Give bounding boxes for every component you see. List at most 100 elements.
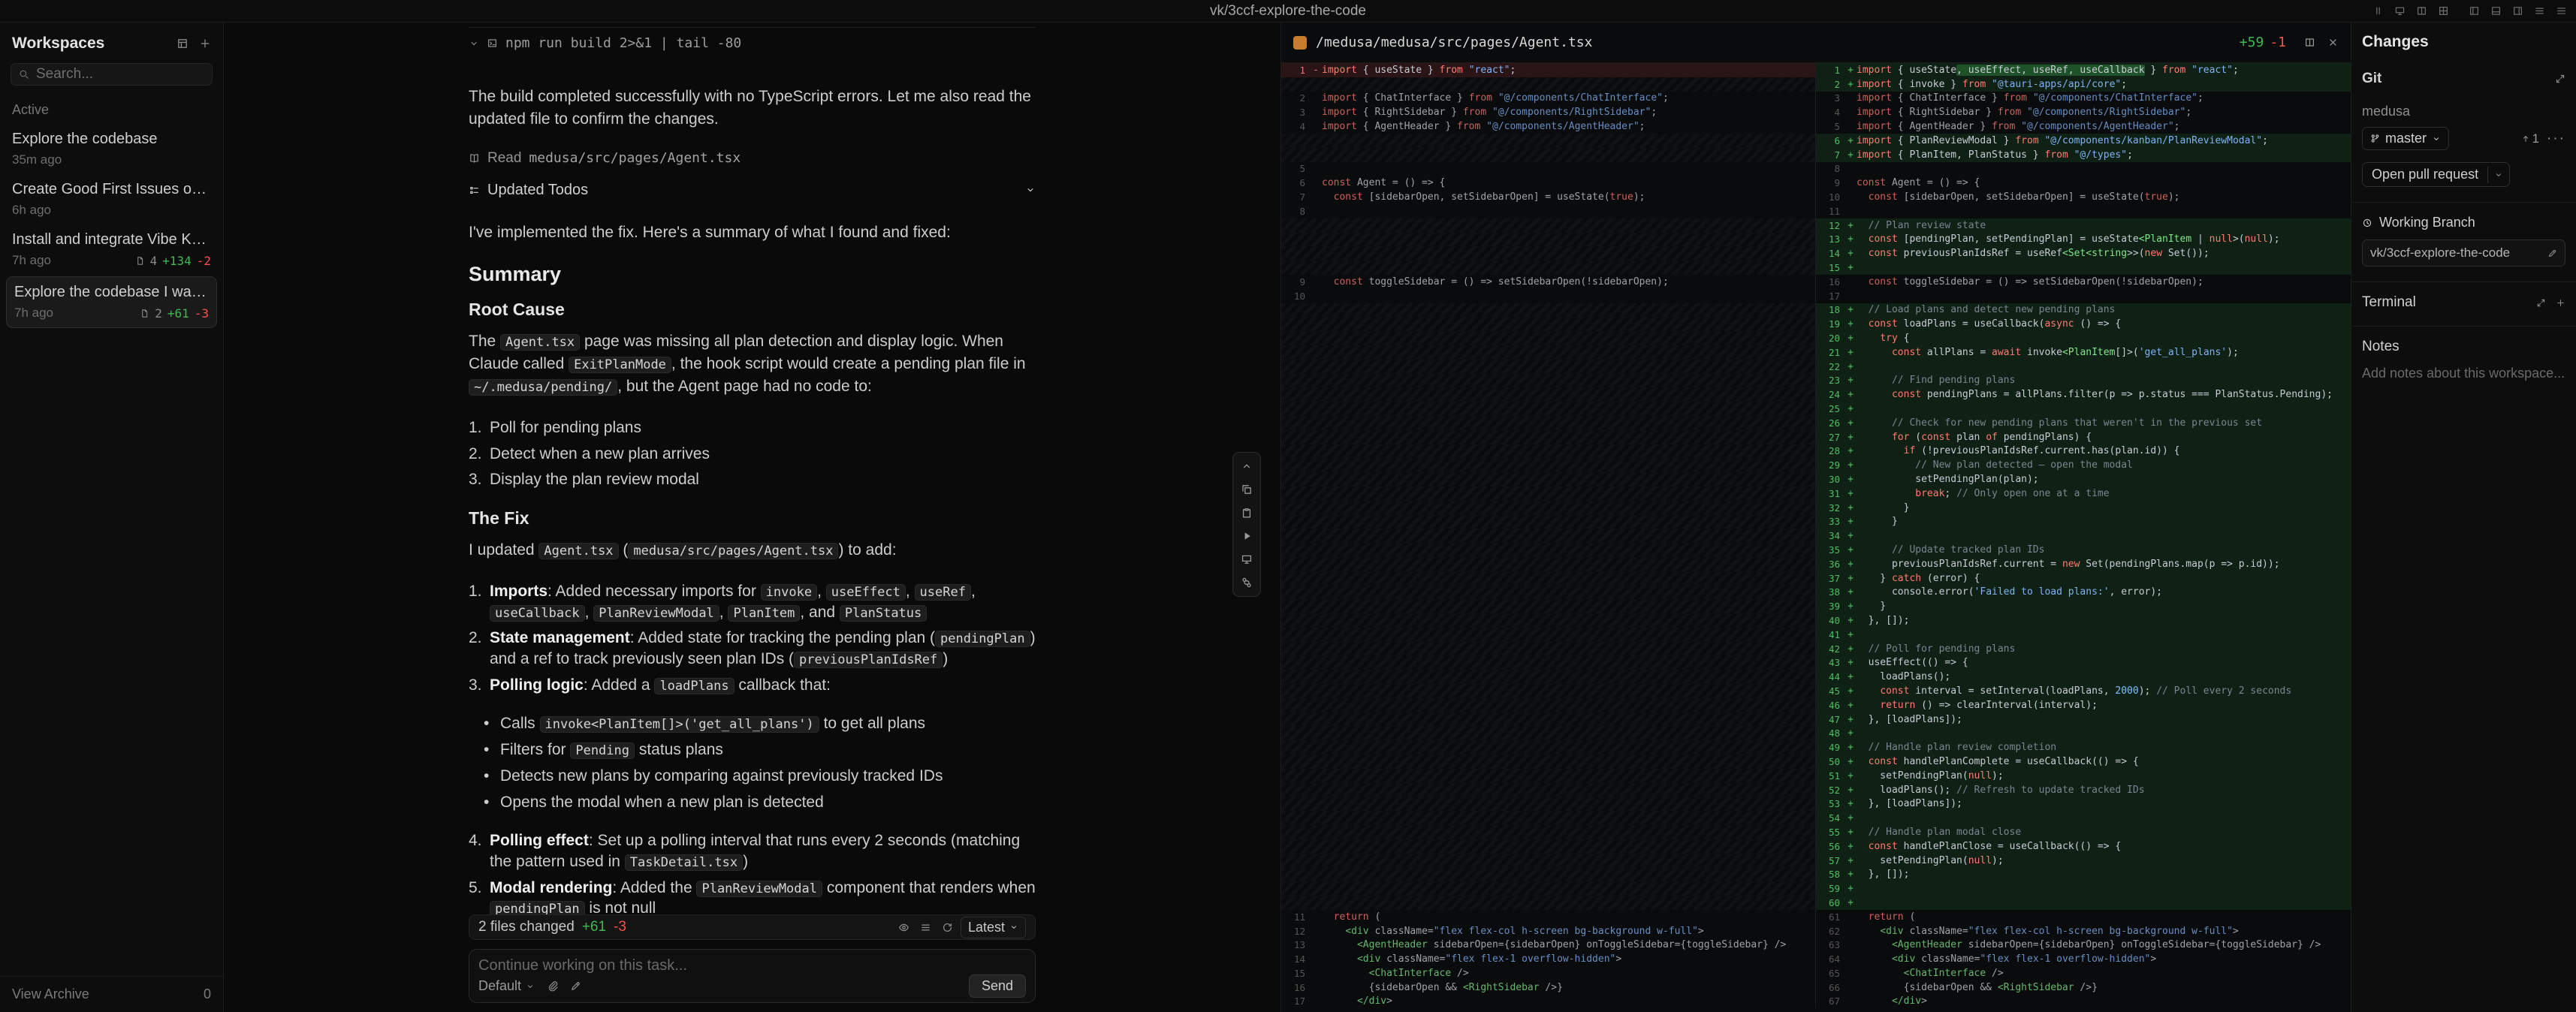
line-number: 15 — [1281, 968, 1310, 979]
menu-button[interactable] — [2556, 5, 2567, 17]
eye-icon[interactable] — [898, 922, 909, 933]
workspace-item[interactable]: Explore the codebase35m ago — [0, 124, 223, 174]
view-archive-link[interactable]: View Archive — [12, 986, 89, 1002]
diff-row: 24+ const pendingPlans = allPlans.filter… — [1281, 387, 2351, 402]
diff-empty-filler — [1281, 246, 1816, 261]
working-branch-label: Working Branch — [2379, 215, 2475, 230]
columns-icon[interactable] — [2304, 37, 2315, 48]
more-options-button[interactable]: ··· — [2547, 131, 2565, 147]
workspace-item[interactable]: Explore the codebase I want you to ex...… — [6, 276, 217, 328]
active-section-label: Active — [0, 93, 223, 124]
chat-panel: npm run build 2>&1 | tail -80The build c… — [224, 23, 1281, 1012]
diff-empty-filler — [1281, 472, 1816, 486]
rows-icon[interactable] — [920, 922, 931, 933]
diff-body[interactable]: 1-import { useState } from "react";1+imp… — [1281, 63, 2351, 1012]
diff-code-line: 58+ }, []); — [1816, 867, 2351, 881]
file-read-row[interactable]: Readmedusa/src/pages/Agent.tsx — [469, 150, 1036, 167]
diff-row: 6+import { PlanReviewModal } from "@/com… — [1281, 134, 2351, 148]
play-icon[interactable] — [1241, 530, 1253, 542]
panel-right-icon — [2512, 5, 2523, 17]
diff-empty-filler — [1281, 529, 1816, 543]
diff-empty-filler — [1281, 854, 1816, 868]
diff-empty-filler — [1281, 670, 1816, 684]
diff-code-line: 17 </div> — [1281, 995, 1816, 1009]
line-number: 43 — [1816, 657, 1845, 668]
line-number: 52 — [1816, 785, 1845, 796]
branch-name: master — [2385, 131, 2427, 146]
tool-call-row[interactable]: npm run build 2>&1 | tail -80 — [469, 35, 1036, 51]
workspace-list: Explore the codebase35m agoCreate Good F… — [0, 124, 223, 330]
workspace-item[interactable]: Install and integrate Vibe Kanban Web...… — [0, 224, 223, 275]
inline-code: pendingPlan — [490, 901, 585, 914]
expand-git-button[interactable] — [2555, 74, 2565, 84]
mode-selector[interactable]: Default — [478, 978, 535, 994]
notes-placeholder[interactable]: Add notes about this workspace... — [2362, 366, 2565, 381]
book-icon — [469, 152, 480, 164]
pause-button[interactable] — [2372, 5, 2384, 17]
message-composer[interactable]: Continue working on this task... Default… — [469, 949, 1036, 1003]
panel-left-button[interactable] — [2469, 5, 2480, 17]
diff-code-line: 30+ setPendingPlan(plan); — [1816, 472, 2351, 486]
line-number: 53 — [1816, 798, 1845, 809]
changes-status-bar[interactable]: 2 files changed +61 -3 Latest — [469, 914, 1036, 940]
layout-toggle-button[interactable] — [176, 38, 189, 50]
line-number: 51 — [1816, 770, 1845, 782]
conversation-scroll[interactable]: npm run build 2>&1 | tail -80The build c… — [224, 23, 1280, 914]
columns-button[interactable] — [2416, 5, 2427, 17]
updated-todos-row[interactable]: Updated Todos — [469, 182, 1036, 199]
diff-code-line: 19+ const loadPlans = useCallback(async … — [1816, 317, 2351, 331]
clipboard-icon[interactable] — [1241, 507, 1253, 519]
diff-code-line: 3import { RightSidebar } from "@/compone… — [1281, 105, 1816, 119]
grid-button[interactable] — [2438, 5, 2449, 17]
copy-icon[interactable] — [1241, 483, 1253, 495]
pencil-icon[interactable] — [570, 980, 581, 992]
line-number: 50 — [1816, 756, 1845, 767]
send-button[interactable]: Send — [969, 974, 1026, 998]
branch-selector[interactable]: master — [2362, 127, 2449, 150]
paperclip-icon[interactable] — [547, 980, 558, 992]
section-heading: The Fix — [469, 508, 1036, 529]
sidebar-title: Workspaces — [12, 35, 104, 53]
diff-code-line: 43+ useEffect(() => { — [1816, 655, 2351, 670]
diff-row: 12 <div className="flex flex-col h-scree… — [1281, 924, 2351, 938]
edit-branch-button[interactable] — [2547, 248, 2557, 258]
line-number: 16 — [1281, 982, 1310, 993]
diff-empty-filler — [1281, 416, 1816, 430]
diff-empty-filler — [1281, 896, 1816, 910]
refresh-icon[interactable] — [942, 922, 953, 933]
panel-right-button[interactable] — [2512, 5, 2523, 17]
x-icon[interactable] — [2327, 37, 2339, 48]
rows-button[interactable] — [2534, 5, 2545, 17]
diff-empty-filler — [1281, 374, 1816, 388]
line-number: 49 — [1816, 742, 1845, 753]
line-number: 11 — [1281, 911, 1310, 923]
open-pull-request-button[interactable]: Open pull request — [2362, 162, 2510, 187]
panel-bottom-button[interactable] — [2490, 5, 2502, 17]
workspace-item[interactable]: Create Good First Issues on Github So ..… — [0, 174, 223, 224]
bold-label: Imports — [490, 583, 547, 600]
line-number: 27 — [1816, 432, 1845, 443]
diff-code-line: 20+ try { — [1816, 331, 2351, 345]
monitor-button[interactable] — [2394, 5, 2406, 17]
new-workspace-button[interactable] — [199, 38, 211, 50]
chevron-down-icon[interactable] — [2487, 167, 2509, 183]
new-terminal-button[interactable] — [2556, 298, 2565, 308]
rows-icon — [920, 922, 931, 933]
search-input[interactable]: Search... — [11, 63, 213, 86]
bold-label: Polling logic — [490, 676, 584, 694]
monitor-icon[interactable] — [1241, 553, 1253, 565]
chev-up-icon[interactable] — [1241, 460, 1253, 472]
latest-dropdown[interactable]: Latest — [961, 917, 1026, 938]
line-number: 19 — [1816, 318, 1845, 330]
line-number: 3 — [1281, 107, 1310, 118]
expand-terminal-button[interactable] — [2536, 298, 2546, 308]
git-compare-icon[interactable] — [1241, 577, 1253, 589]
ordered-list: 4.Polling effect: Set up a polling inter… — [469, 830, 1036, 914]
line-number: 30 — [1816, 474, 1845, 485]
diff-row: 48+ — [1281, 726, 2351, 740]
diff-empty-filler — [1281, 77, 1816, 92]
chat-paragraph: The Agent.tsx page was missing all plan … — [469, 330, 1036, 397]
line-number: 58 — [1816, 869, 1845, 880]
section-divider — [2351, 326, 2576, 327]
working-branch-input[interactable]: vk/3ccf-explore-the-code — [2362, 239, 2565, 267]
